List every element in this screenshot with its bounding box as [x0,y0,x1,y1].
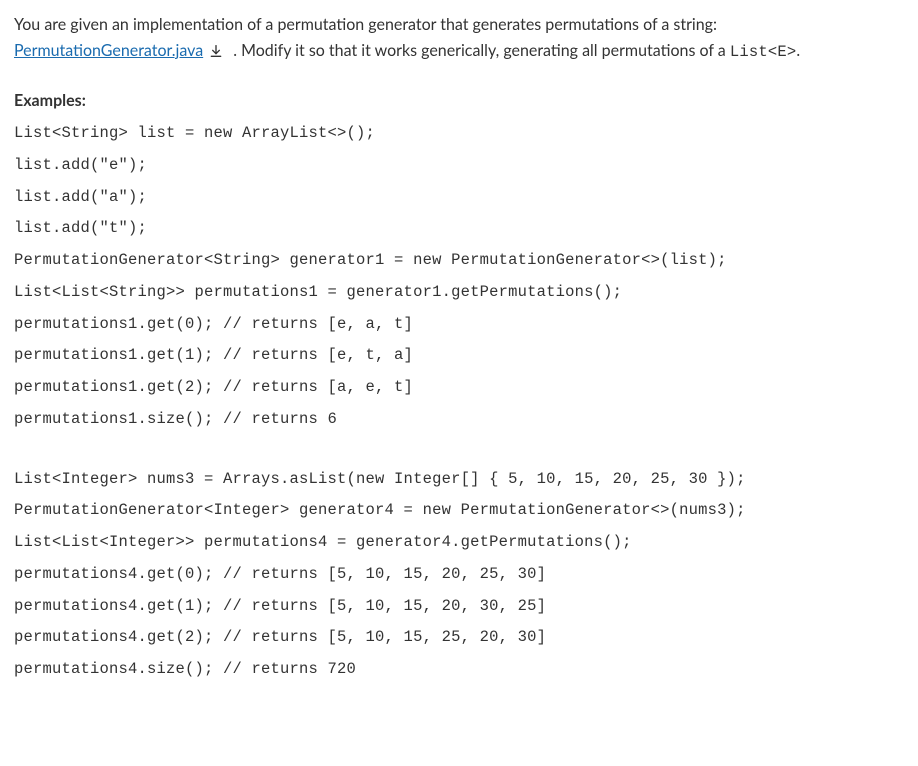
intro-text-3: . [796,41,800,60]
code-block-1: List<String> list = new ArrayList<>(); l… [14,118,904,436]
code-block-2: List<Integer> nums3 = Arrays.asList(new … [14,464,904,686]
intro-paragraph: You are given an implementation of a per… [14,12,904,64]
inline-code-list-e: List<E> [730,43,797,61]
intro-text-1: You are given an implementation of a per… [14,15,717,34]
file-link[interactable]: PermutationGenerator.java [14,41,203,60]
examples-heading: Examples: [14,88,904,114]
download-icon[interactable] [207,42,225,60]
intro-text-2: . Modify it so that it works generically… [229,41,730,60]
code-spacer [14,436,904,464]
